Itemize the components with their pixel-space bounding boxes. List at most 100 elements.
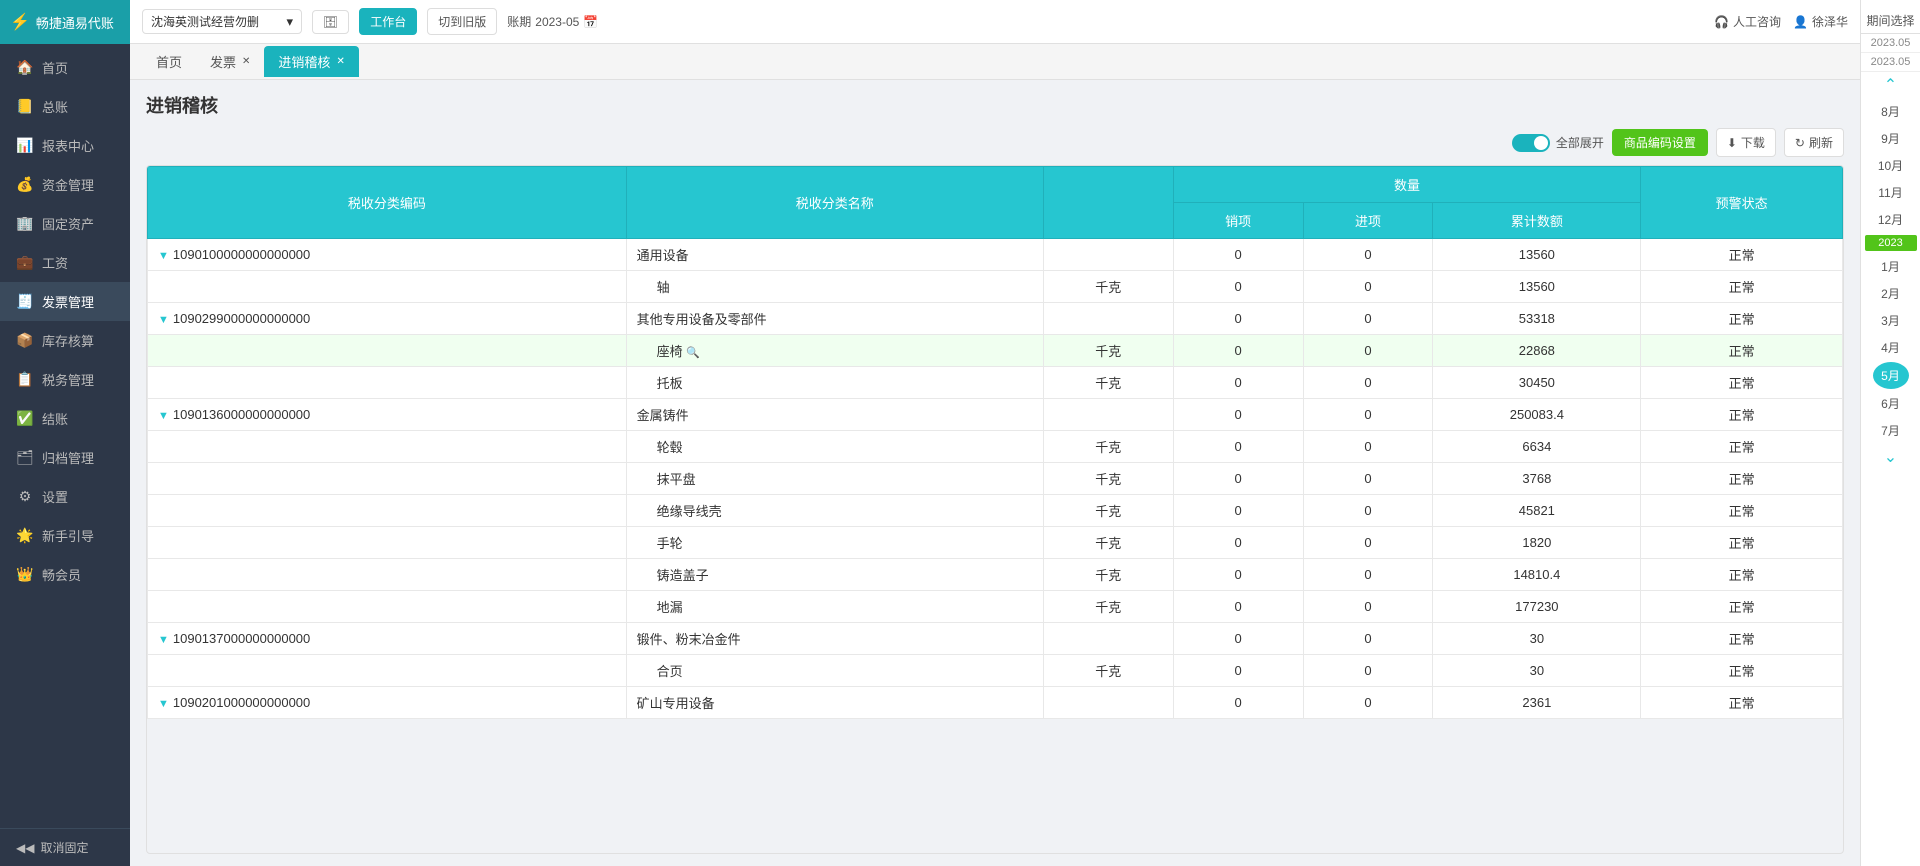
sidebar-item-工资[interactable]: 💼 工资: [0, 243, 130, 282]
sidebar-item-报表中心[interactable]: 📊报表中心: [0, 126, 130, 165]
cell-total: 6634: [1433, 431, 1641, 463]
search-icon[interactable]: 🔍: [686, 347, 700, 359]
table-row: 合页 千克 0 0 30 正常: [148, 655, 1843, 687]
cell-sale: 0: [1173, 335, 1303, 367]
calendar-icon[interactable]: 📅: [583, 15, 598, 29]
month-item-2月[interactable]: 2月: [1865, 280, 1917, 307]
sidebar-item-首页[interactable]: 🏠 首页: [0, 48, 130, 87]
nav-label-6: 发票管理: [42, 292, 94, 311]
download-button[interactable]: ⬇ 下载: [1716, 128, 1776, 157]
cell-sale: 0: [1173, 367, 1303, 399]
cell-unit: 千克: [1043, 335, 1173, 367]
nav-label-13: 畅会员: [42, 565, 81, 584]
tab-发票[interactable]: 发票✕: [196, 46, 264, 77]
cell-warning: 正常: [1641, 271, 1843, 303]
cell-code: [148, 271, 627, 303]
period-panel-title: 期间选择: [1861, 8, 1920, 34]
tab-首页[interactable]: 首页: [142, 46, 196, 77]
cell-sale: 0: [1173, 239, 1303, 271]
cell-sale: 0: [1173, 655, 1303, 687]
sidebar-footer[interactable]: ◀◀ 取消固定: [0, 828, 130, 866]
cell-name: 矿山专用设备: [626, 687, 1043, 719]
month-item-12月[interactable]: 12月: [1865, 206, 1917, 233]
cell-total: 2361: [1433, 687, 1641, 719]
sidebar-item-库存核算[interactable]: 📦库存核算: [0, 321, 130, 360]
nav-label-7: 库存核算: [42, 331, 94, 350]
cell-code: [148, 495, 627, 527]
nav-icon-5: 💼: [16, 254, 34, 271]
expand-icon[interactable]: ▼: [158, 698, 169, 710]
sidebar-item-税务管理[interactable]: 📋税务管理: [0, 360, 130, 399]
service-item[interactable]: 🎧 人工咨询: [1714, 13, 1781, 30]
period-row-1[interactable]: 2023.05: [1861, 34, 1920, 53]
month-item-5月[interactable]: 5月: [1873, 362, 1909, 389]
down-arrow-icon[interactable]: ⌄: [1881, 444, 1900, 470]
tab-进销稽核[interactable]: 进销稽核 ✕: [264, 46, 358, 77]
sidebar-item-设置[interactable]: ⚙设置: [0, 477, 130, 516]
sidebar-item-资金管理[interactable]: 💰资金管理: [0, 165, 130, 204]
expand-icon[interactable]: ▼: [158, 634, 169, 646]
sidebar-item-固定资产[interactable]: 🏢固定资产: [0, 204, 130, 243]
cell-warning: 正常: [1641, 367, 1843, 399]
tab-close-1[interactable]: ✕: [242, 56, 250, 67]
cell-unit: 千克: [1043, 431, 1173, 463]
cell-unit: [1043, 623, 1173, 655]
expand-all-toggle[interactable]: 全部展开: [1512, 134, 1604, 152]
tab-close-2[interactable]: ✕: [336, 56, 344, 67]
cell-name: 手轮: [626, 527, 1043, 559]
sidebar-item-结账[interactable]: ✅结账: [0, 399, 130, 438]
period-value: 2023-05: [535, 15, 579, 29]
month-item-7月[interactable]: 7月: [1865, 417, 1917, 444]
toolbar: 全部展开 商品编码设置 ⬇ 下载 ↻ 刷新: [146, 128, 1844, 157]
cell-name: 铸造盖子: [626, 559, 1043, 591]
sidebar-item-发票管理[interactable]: 🧾发票管理: [0, 282, 130, 321]
nav-label-0: 首页: [42, 58, 68, 77]
service-label: 人工咨询: [1733, 13, 1781, 30]
table-row: ▼1090100000000000000 通用设备 0 0 13560 正常: [148, 239, 1843, 271]
toggle-switch[interactable]: [1512, 134, 1550, 152]
month-item-3月[interactable]: 3月: [1865, 307, 1917, 334]
sidebar-item-总账[interactable]: 📒总账: [0, 87, 130, 126]
product-code-button[interactable]: 商品编码设置: [1612, 129, 1708, 156]
sidebar-item-归档管理[interactable]: 🗂归档管理: [0, 438, 130, 477]
archive-button[interactable]: 🗄: [312, 10, 349, 34]
switch-old-button[interactable]: 切到旧版: [427, 8, 497, 35]
cell-code: ▼1090201000000000000: [148, 687, 627, 719]
nav-label-9: 结账: [42, 409, 68, 428]
nav-label-4: 固定资产: [42, 214, 94, 233]
refresh-button[interactable]: ↻ 刷新: [1784, 128, 1844, 157]
cell-sale: 0: [1173, 687, 1303, 719]
month-item-9月[interactable]: 9月: [1865, 125, 1917, 152]
nav-label-8: 税务管理: [42, 370, 94, 389]
expand-icon[interactable]: ▼: [158, 314, 169, 326]
month-item-1月[interactable]: 1月: [1865, 253, 1917, 280]
month-item-8月[interactable]: 8月: [1865, 98, 1917, 125]
sidebar-item-新手引导[interactable]: 🌟新手引导: [0, 516, 130, 555]
expand-icon[interactable]: ▼: [158, 410, 169, 422]
sidebar-item-畅会员[interactable]: 👑畅会员: [0, 555, 130, 594]
month-item-4月[interactable]: 4月: [1865, 334, 1917, 361]
workspace-button[interactable]: 工作台: [359, 8, 417, 35]
cell-purchase: 0: [1303, 431, 1433, 463]
table-row: ▼1090299000000000000 其他专用设备及零部件 0 0 5331…: [148, 303, 1843, 335]
nav-label-5: 工资: [42, 253, 68, 272]
cell-purchase: 0: [1303, 655, 1433, 687]
month-item-10月[interactable]: 10月: [1865, 152, 1917, 179]
month-item-6月[interactable]: 6月: [1865, 390, 1917, 417]
cell-total: 30: [1433, 623, 1641, 655]
cell-code: [148, 367, 627, 399]
month-item-11月[interactable]: 11月: [1865, 179, 1917, 206]
nav-icon-0: 🏠: [16, 59, 34, 76]
cell-total: 45821: [1433, 495, 1641, 527]
topbar-right: 🎧 人工咨询 👤 徐泽华: [1714, 13, 1848, 30]
user-item[interactable]: 👤 徐泽华: [1793, 13, 1848, 30]
cell-name: 其他专用设备及零部件: [626, 303, 1043, 335]
tab-label-2: 进销稽核: [278, 52, 330, 71]
expand-icon[interactable]: ▼: [158, 250, 169, 262]
cell-unit: [1043, 399, 1173, 431]
company-selector[interactable]: 沈海英测试经营勿删 ▾: [142, 9, 302, 34]
period-row-2[interactable]: 2023.05: [1861, 53, 1920, 72]
sidebar-footer-label: 取消固定: [40, 839, 88, 856]
cell-unit: 千克: [1043, 495, 1173, 527]
up-arrow-icon[interactable]: ⌃: [1881, 72, 1900, 98]
